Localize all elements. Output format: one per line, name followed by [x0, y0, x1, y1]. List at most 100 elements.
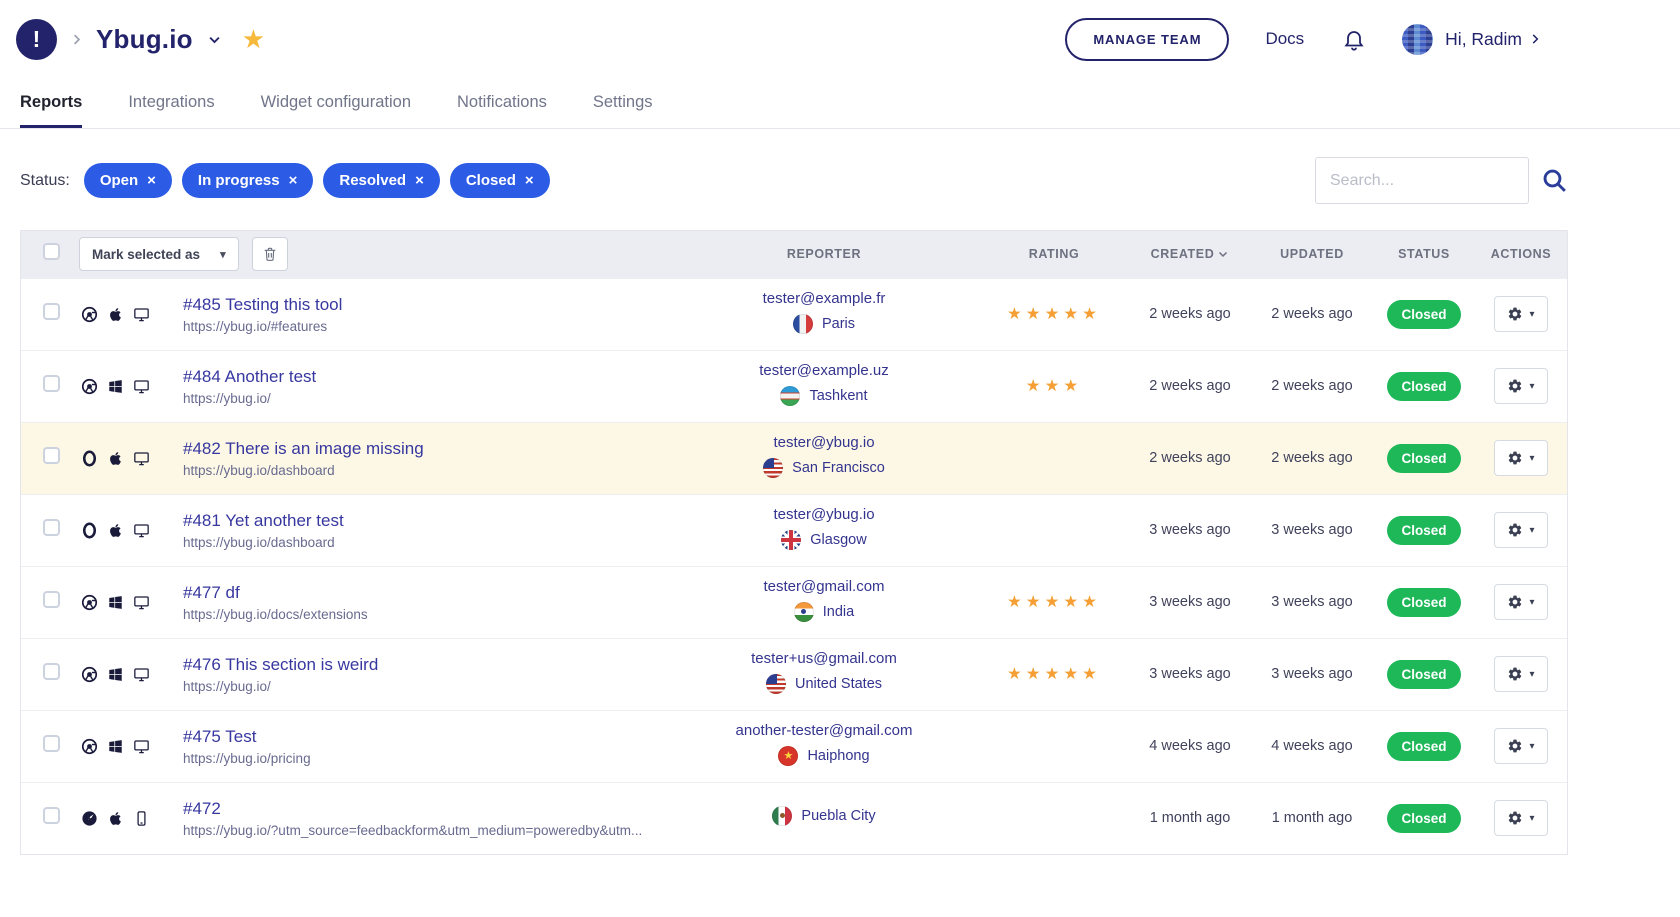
filter-pill-in-progress[interactable]: In progress× — [182, 163, 313, 198]
tab-settings[interactable]: Settings — [593, 78, 653, 128]
row-checkbox[interactable] — [43, 303, 60, 320]
row-actions-button[interactable]: ▾ — [1494, 728, 1548, 764]
tab-widget-configuration[interactable]: Widget configuration — [261, 78, 411, 128]
reporter-email: tester@example.uz — [669, 362, 979, 379]
row-checkbox[interactable] — [43, 447, 60, 464]
reports-table: Mark selected as ▾ REPORTER RATING CREAT… — [20, 230, 1568, 855]
docs-link[interactable]: Docs — [1265, 29, 1304, 49]
windows-icon — [107, 666, 124, 683]
report-row[interactable]: #482 There is an image missing https://y… — [21, 422, 1567, 494]
gear-icon — [1507, 738, 1523, 754]
apple-icon — [107, 306, 124, 323]
row-actions-button[interactable]: ▾ — [1494, 512, 1548, 548]
reporter-email: another-tester@gmail.com — [669, 722, 979, 739]
filter-pill-resolved[interactable]: Resolved× — [323, 163, 439, 198]
gear-icon — [1507, 810, 1523, 826]
row-actions-button[interactable]: ▾ — [1494, 584, 1548, 620]
row-checkbox[interactable] — [43, 375, 60, 392]
report-row[interactable]: #484 Another test https://ybug.io/ teste… — [21, 350, 1567, 422]
report-row[interactable]: #472 https://ybug.io/?utm_source=feedbac… — [21, 782, 1567, 854]
column-header-updated: UPDATED — [1251, 231, 1373, 278]
chrome-icon — [81, 594, 98, 611]
report-url: https://ybug.io/dashboard — [183, 463, 424, 478]
reporter-city: United States — [795, 676, 882, 692]
rating-stars — [979, 494, 1129, 566]
reporter-flag-icon — [778, 746, 798, 766]
report-row[interactable]: #485 Testing this tool https://ybug.io/#… — [21, 278, 1567, 350]
report-url: https://ybug.io/pricing — [183, 751, 311, 766]
tab-integrations[interactable]: Integrations — [128, 78, 214, 128]
ybug-logo[interactable]: ! — [16, 19, 57, 60]
row-checkbox[interactable] — [43, 735, 60, 752]
report-row[interactable]: #477 df https://ybug.io/docs/extensions … — [21, 566, 1567, 638]
reporter-email: tester@ybug.io — [669, 506, 979, 523]
mark-selected-as-button[interactable]: Mark selected as ▾ — [79, 237, 239, 271]
report-title-link[interactable]: #481 Yet another test — [183, 511, 344, 531]
chrome-icon — [81, 378, 98, 395]
report-row[interactable]: #476 This section is weird https://ybug.… — [21, 638, 1567, 710]
report-title-link[interactable]: #485 Testing this tool — [183, 295, 342, 315]
row-checkbox[interactable] — [43, 807, 60, 824]
report-row[interactable]: #475 Test https://ybug.io/pricing anothe… — [21, 710, 1567, 782]
breadcrumb-chevron-icon — [69, 32, 84, 47]
report-title-link[interactable]: #475 Test — [183, 727, 311, 747]
workspace-title[interactable]: Ybug.io — [96, 24, 193, 55]
search — [1315, 157, 1568, 204]
status-badge: Closed — [1387, 372, 1460, 401]
platform-icons — [81, 306, 153, 323]
trash-icon — [262, 246, 278, 262]
sort-chevron-icon[interactable] — [1217, 248, 1229, 260]
windows-icon — [107, 378, 124, 395]
avatar[interactable] — [1402, 24, 1433, 55]
reporter-flag-icon — [780, 386, 800, 406]
column-header-actions: ACTIONS — [1475, 231, 1567, 278]
gear-icon — [1507, 666, 1523, 682]
created-time: 4 weeks ago — [1129, 710, 1251, 782]
workspace-dropdown-chevron-icon[interactable] — [207, 32, 222, 47]
report-title-link[interactable]: #484 Another test — [183, 367, 316, 387]
row-actions-button[interactable]: ▾ — [1494, 368, 1548, 404]
updated-time: 3 weeks ago — [1251, 566, 1373, 638]
search-input[interactable] — [1315, 157, 1529, 204]
dropdown-caret-icon: ▾ — [1529, 741, 1534, 752]
row-checkbox[interactable] — [43, 591, 60, 608]
report-title-link[interactable]: #482 There is an image missing — [183, 439, 424, 459]
row-actions-button[interactable]: ▾ — [1494, 800, 1548, 836]
windows-icon — [107, 738, 124, 755]
status-badge: Closed — [1387, 732, 1460, 761]
row-actions-button[interactable]: ▾ — [1494, 296, 1548, 332]
tab-reports[interactable]: Reports — [20, 78, 82, 128]
delete-selected-button[interactable] — [252, 237, 288, 271]
tab-notifications[interactable]: Notifications — [457, 78, 547, 128]
filter-pill-open[interactable]: Open× — [84, 163, 172, 198]
notifications-bell-button[interactable] — [1342, 27, 1366, 51]
remove-filter-icon[interactable]: × — [415, 173, 424, 188]
report-title-link[interactable]: #476 This section is weird — [183, 655, 378, 675]
row-actions-button[interactable]: ▾ — [1494, 656, 1548, 692]
reporter-city: Haiphong — [807, 748, 869, 764]
manage-team-button[interactable]: MANAGE TEAM — [1065, 18, 1229, 61]
favorite-star-icon[interactable]: ★ — [242, 26, 265, 52]
select-all-checkbox[interactable] — [43, 243, 60, 260]
remove-filter-icon[interactable]: × — [147, 173, 156, 188]
dropdown-caret-icon: ▾ — [1529, 669, 1534, 680]
report-row[interactable]: #481 Yet another test https://ybug.io/da… — [21, 494, 1567, 566]
filter-pill-closed[interactable]: Closed× — [450, 163, 550, 198]
platform-icons — [81, 522, 153, 539]
rating-stars: ★★★★★ — [979, 278, 1129, 350]
row-actions-button[interactable]: ▾ — [1494, 440, 1548, 476]
desktop-icon — [133, 666, 150, 683]
row-checkbox[interactable] — [43, 663, 60, 680]
opera-icon — [81, 522, 98, 539]
safari-icon — [81, 810, 98, 827]
account-chevron-icon[interactable] — [1528, 32, 1542, 46]
column-header-status: STATUS — [1373, 231, 1475, 278]
report-title-link[interactable]: #472 — [183, 799, 642, 819]
account-greeting[interactable]: Hi, Radim — [1445, 29, 1522, 50]
remove-filter-icon[interactable]: × — [289, 173, 298, 188]
row-checkbox[interactable] — [43, 519, 60, 536]
column-header-created[interactable]: CREATED — [1129, 231, 1251, 278]
search-button[interactable] — [1541, 167, 1568, 194]
remove-filter-icon[interactable]: × — [525, 173, 534, 188]
report-title-link[interactable]: #477 df — [183, 583, 368, 603]
